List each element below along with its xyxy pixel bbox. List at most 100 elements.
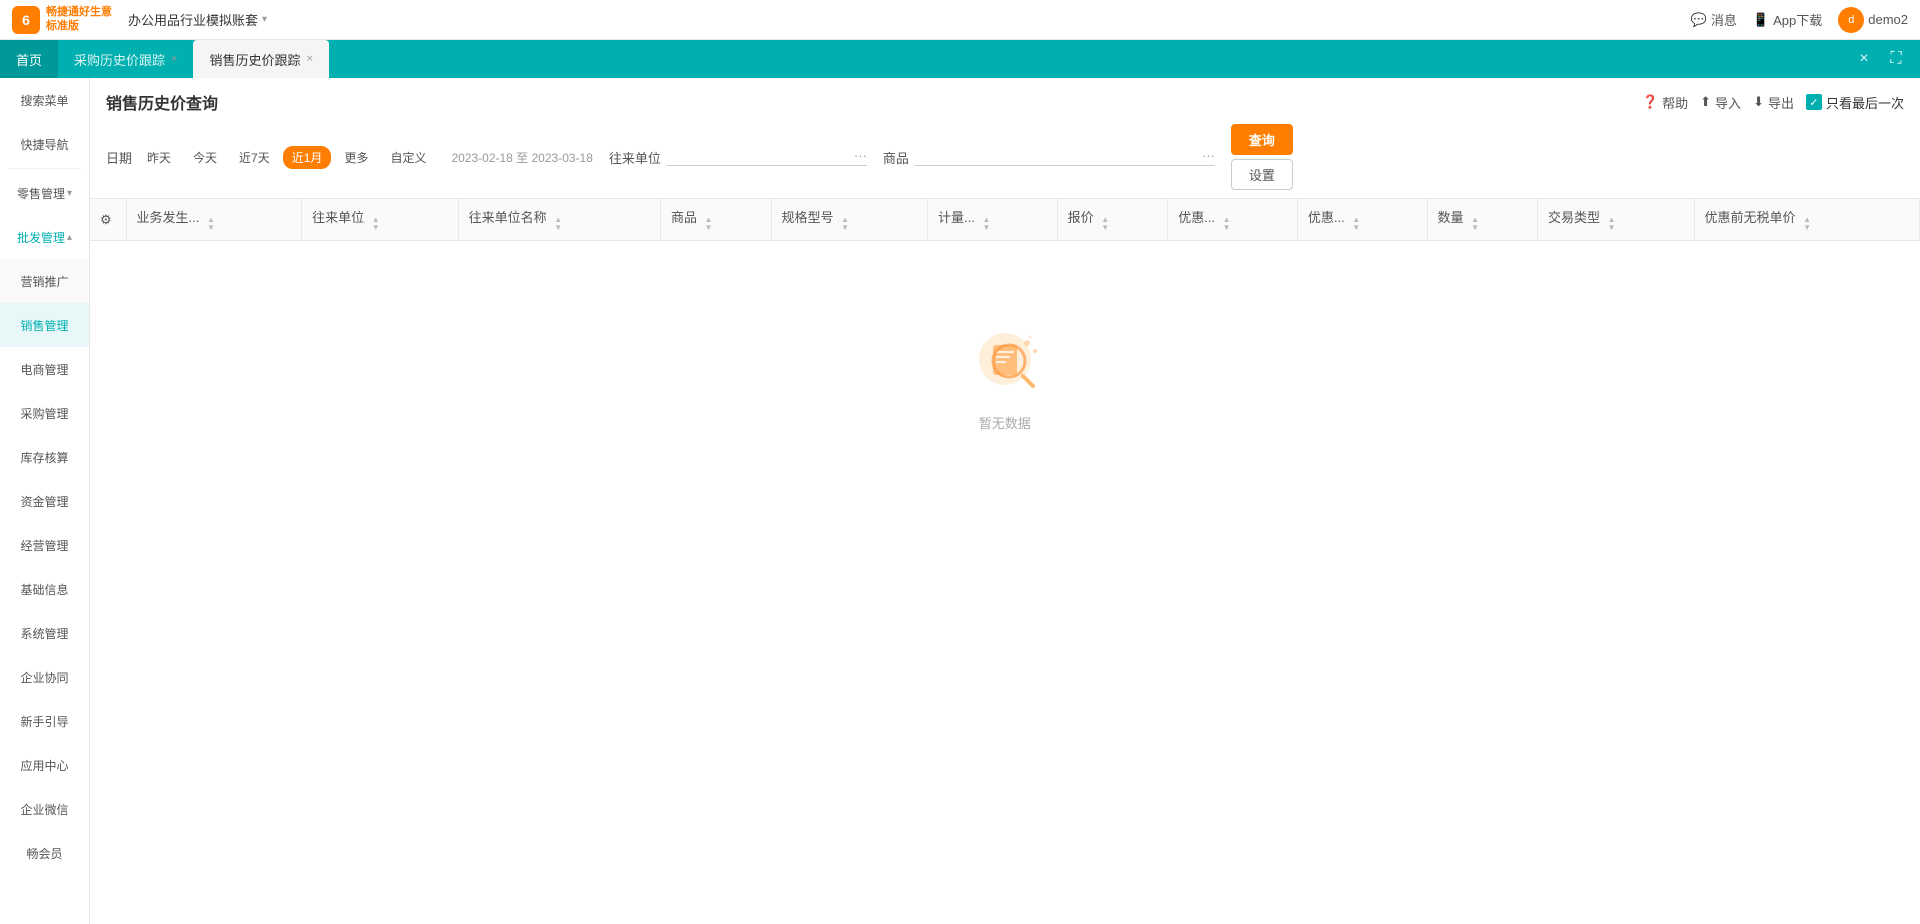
- sidebar-item-member-club[interactable]: 畅会员: [0, 831, 89, 875]
- import-icon: ⬆: [1700, 94, 1711, 110]
- date-btn-today[interactable]: 今天: [184, 146, 226, 169]
- sidebar-item-sales-mgmt[interactable]: 销售管理: [0, 303, 89, 347]
- settings-button[interactable]: 设置: [1231, 159, 1293, 190]
- empty-state-cell: 暂无数据: [90, 241, 1920, 513]
- sidebar-sales-mgmt-label: 销售管理: [20, 317, 68, 334]
- sidebar-item-quick-nav[interactable]: 快捷导航: [0, 122, 89, 166]
- th-trade-type[interactable]: 交易类型 ▲▼: [1538, 199, 1694, 241]
- table-header-row: ⚙ 业务发生... ▲▼ 往来单位 ▲▼ 往来单位名称 ▲▼: [90, 199, 1920, 241]
- sidebar-basic-info-label: 基础信息: [20, 581, 68, 598]
- help-button[interactable]: ❓ 帮助: [1642, 93, 1688, 112]
- tab-purchase-history-label: 采购历史价跟踪: [74, 50, 165, 69]
- tabbar: 首页 采购历史价跟踪 × 销售历史价跟踪 × × ⛶: [0, 40, 1920, 78]
- th-spec[interactable]: 规格型号 ▲▼: [771, 199, 927, 241]
- sidebar-item-ecommerce-mgmt[interactable]: 电商管理: [0, 347, 89, 391]
- th-biz-date[interactable]: 业务发生... ▲▼: [126, 199, 302, 241]
- sidebar-item-system-mgmt[interactable]: 系统管理: [0, 611, 89, 655]
- tab-sales-history[interactable]: 销售历史价跟踪 ×: [193, 40, 328, 78]
- main-layout: 搜索菜单 快捷导航 零售管理 ▾ 批发管理 ▴ 营销推广 销售管理 电商管理 采…: [0, 78, 1920, 924]
- only-last-checkbox[interactable]: ✓ 只看最后一次: [1806, 93, 1904, 112]
- sidebar-item-app-center[interactable]: 应用中心: [0, 743, 89, 787]
- export-button[interactable]: ⬇ 导出: [1753, 93, 1794, 112]
- date-btn-7days[interactable]: 近7天: [230, 146, 279, 169]
- date-btn-1month[interactable]: 近1月: [283, 146, 332, 169]
- app-download-button[interactable]: 📱 App下载: [1753, 10, 1822, 29]
- th-discount-amount[interactable]: 优惠... ▲▼: [1297, 199, 1427, 241]
- sidebar-wholesale-mgmt-label: 批发管理: [17, 229, 65, 246]
- sidebar-sub-wholesale: 营销推广 销售管理: [0, 259, 89, 347]
- avatar: d: [1838, 7, 1864, 33]
- empty-svg: [965, 321, 1055, 401]
- user-area[interactable]: d demo2: [1838, 7, 1908, 33]
- th-counterparty-code[interactable]: 往来单位 ▲▼: [302, 199, 458, 241]
- counterparty-filter-group: 往来单位 ···: [609, 148, 867, 167]
- sort-icon-discount-rate: ▲▼: [1223, 216, 1231, 232]
- th-unit[interactable]: 计量... ▲▼: [928, 199, 1058, 241]
- date-range-display: 2023-02-18 至 2023-03-18: [451, 149, 592, 166]
- sidebar-retail-mgmt-arrow-icon: ▾: [67, 188, 72, 199]
- message-button[interactable]: 💬 消息: [1691, 10, 1737, 29]
- th-counterparty-name[interactable]: 往来单位名称 ▲▼: [458, 199, 660, 241]
- product-dots-icon[interactable]: ···: [1202, 148, 1215, 163]
- counterparty-input[interactable]: [667, 148, 850, 163]
- sidebar-enterprise-wechat-label: 企业微信: [20, 801, 68, 818]
- tab-sales-history-label: 销售历史价跟踪: [209, 50, 300, 69]
- fullscreen-button[interactable]: ⛶: [1884, 47, 1908, 71]
- th-pre-tax-price[interactable]: 优惠前无税单价 ▲▼: [1694, 199, 1920, 241]
- import-button[interactable]: ⬆ 导入: [1700, 93, 1741, 112]
- tab-purchase-history[interactable]: 采购历史价跟踪 ×: [58, 40, 193, 78]
- page-title: 销售历史价查询: [106, 90, 218, 114]
- sidebar-item-enterprise-collab[interactable]: 企业协同: [0, 655, 89, 699]
- product-input-area: ···: [915, 148, 1215, 166]
- th-settings[interactable]: ⚙: [90, 199, 126, 241]
- counterparty-dots-icon[interactable]: ···: [854, 148, 867, 163]
- query-button[interactable]: 查询: [1231, 124, 1293, 155]
- th-discount-rate[interactable]: 优惠... ▲▼: [1168, 199, 1298, 241]
- th-quantity[interactable]: 数量 ▲▼: [1427, 199, 1538, 241]
- close-window-button[interactable]: ×: [1852, 47, 1876, 71]
- date-btn-custom[interactable]: 自定义: [381, 146, 435, 169]
- page-title-row: 销售历史价查询 ❓ 帮助 ⬆ 导入 ⬇ 导出 ✓: [106, 90, 1904, 114]
- sidebar-marketing-promo-label: 营销推广: [20, 273, 68, 290]
- sidebar-item-wholesale-mgmt[interactable]: 批发管理 ▴: [0, 215, 89, 259]
- sidebar-item-enterprise-wechat[interactable]: 企业微信: [0, 787, 89, 831]
- sidebar-item-basic-info[interactable]: 基础信息: [0, 567, 89, 611]
- sort-icon-discount-amount: ▲▼: [1352, 216, 1360, 232]
- sidebar-item-search-menu[interactable]: 搜索菜单: [0, 78, 89, 122]
- tab-purchase-history-close-icon[interactable]: ×: [171, 53, 177, 65]
- action-buttons: 查询 设置: [1231, 124, 1293, 190]
- logo-text: 畅捷通好生意 标准版: [46, 6, 112, 32]
- sidebar-item-retail-mgmt[interactable]: 零售管理 ▾: [0, 171, 89, 215]
- sort-icon-counterparty-code: ▲▼: [372, 216, 380, 232]
- app-title-area[interactable]: 办公用品行业模拟账套 ▾: [128, 10, 267, 29]
- counterparty-input-area: ···: [667, 148, 867, 166]
- tab-sales-history-close-icon[interactable]: ×: [306, 53, 312, 65]
- date-btn-more[interactable]: 更多: [335, 146, 377, 169]
- sidebar-purchase-mgmt-label: 采购管理: [20, 405, 68, 422]
- sidebar-item-newbie-guide[interactable]: 新手引导: [0, 699, 89, 743]
- sort-icon-trade-type: ▲▼: [1608, 216, 1616, 232]
- th-product[interactable]: 商品 ▲▼: [661, 199, 772, 241]
- sort-icon-counterparty-name: ▲▼: [554, 216, 562, 232]
- content-area: 销售历史价查询 ❓ 帮助 ⬆ 导入 ⬇ 导出 ✓: [90, 78, 1920, 924]
- sidebar-operations-mgmt-label: 经营管理: [20, 537, 68, 554]
- topbar-right: 💬 消息 📱 App下载 d demo2: [1691, 7, 1908, 33]
- sidebar-item-inventory-check[interactable]: 库存核算: [0, 435, 89, 479]
- sidebar-quick-nav-label: 快捷导航: [20, 136, 68, 153]
- sidebar-item-operations-mgmt[interactable]: 经营管理: [0, 523, 89, 567]
- sidebar-item-purchase-mgmt[interactable]: 采购管理: [0, 391, 89, 435]
- sidebar-retail-mgmt-label: 零售管理: [17, 185, 65, 202]
- app-title: 办公用品行业模拟账套: [128, 10, 258, 29]
- date-range-text: 2023-02-18 至 2023-03-18: [451, 149, 592, 166]
- tab-home[interactable]: 首页: [0, 40, 58, 78]
- date-btn-yesterday[interactable]: 昨天: [138, 146, 180, 169]
- sidebar-funds-mgmt-label: 资金管理: [20, 493, 68, 510]
- sidebar-item-marketing-promo[interactable]: 营销推广: [0, 259, 89, 303]
- th-quote[interactable]: 报价 ▲▼: [1057, 199, 1168, 241]
- sidebar-ecommerce-mgmt-label: 电商管理: [20, 361, 68, 378]
- sidebar-newbie-guide-label: 新手引导: [20, 713, 68, 730]
- product-input[interactable]: [915, 148, 1198, 163]
- logo-area: 6 畅捷通好生意 标准版: [12, 6, 112, 34]
- sidebar-item-funds-mgmt[interactable]: 资金管理: [0, 479, 89, 523]
- topbar: 6 畅捷通好生意 标准版 办公用品行业模拟账套 ▾ 💬 消息 📱 App下载 d…: [0, 0, 1920, 40]
